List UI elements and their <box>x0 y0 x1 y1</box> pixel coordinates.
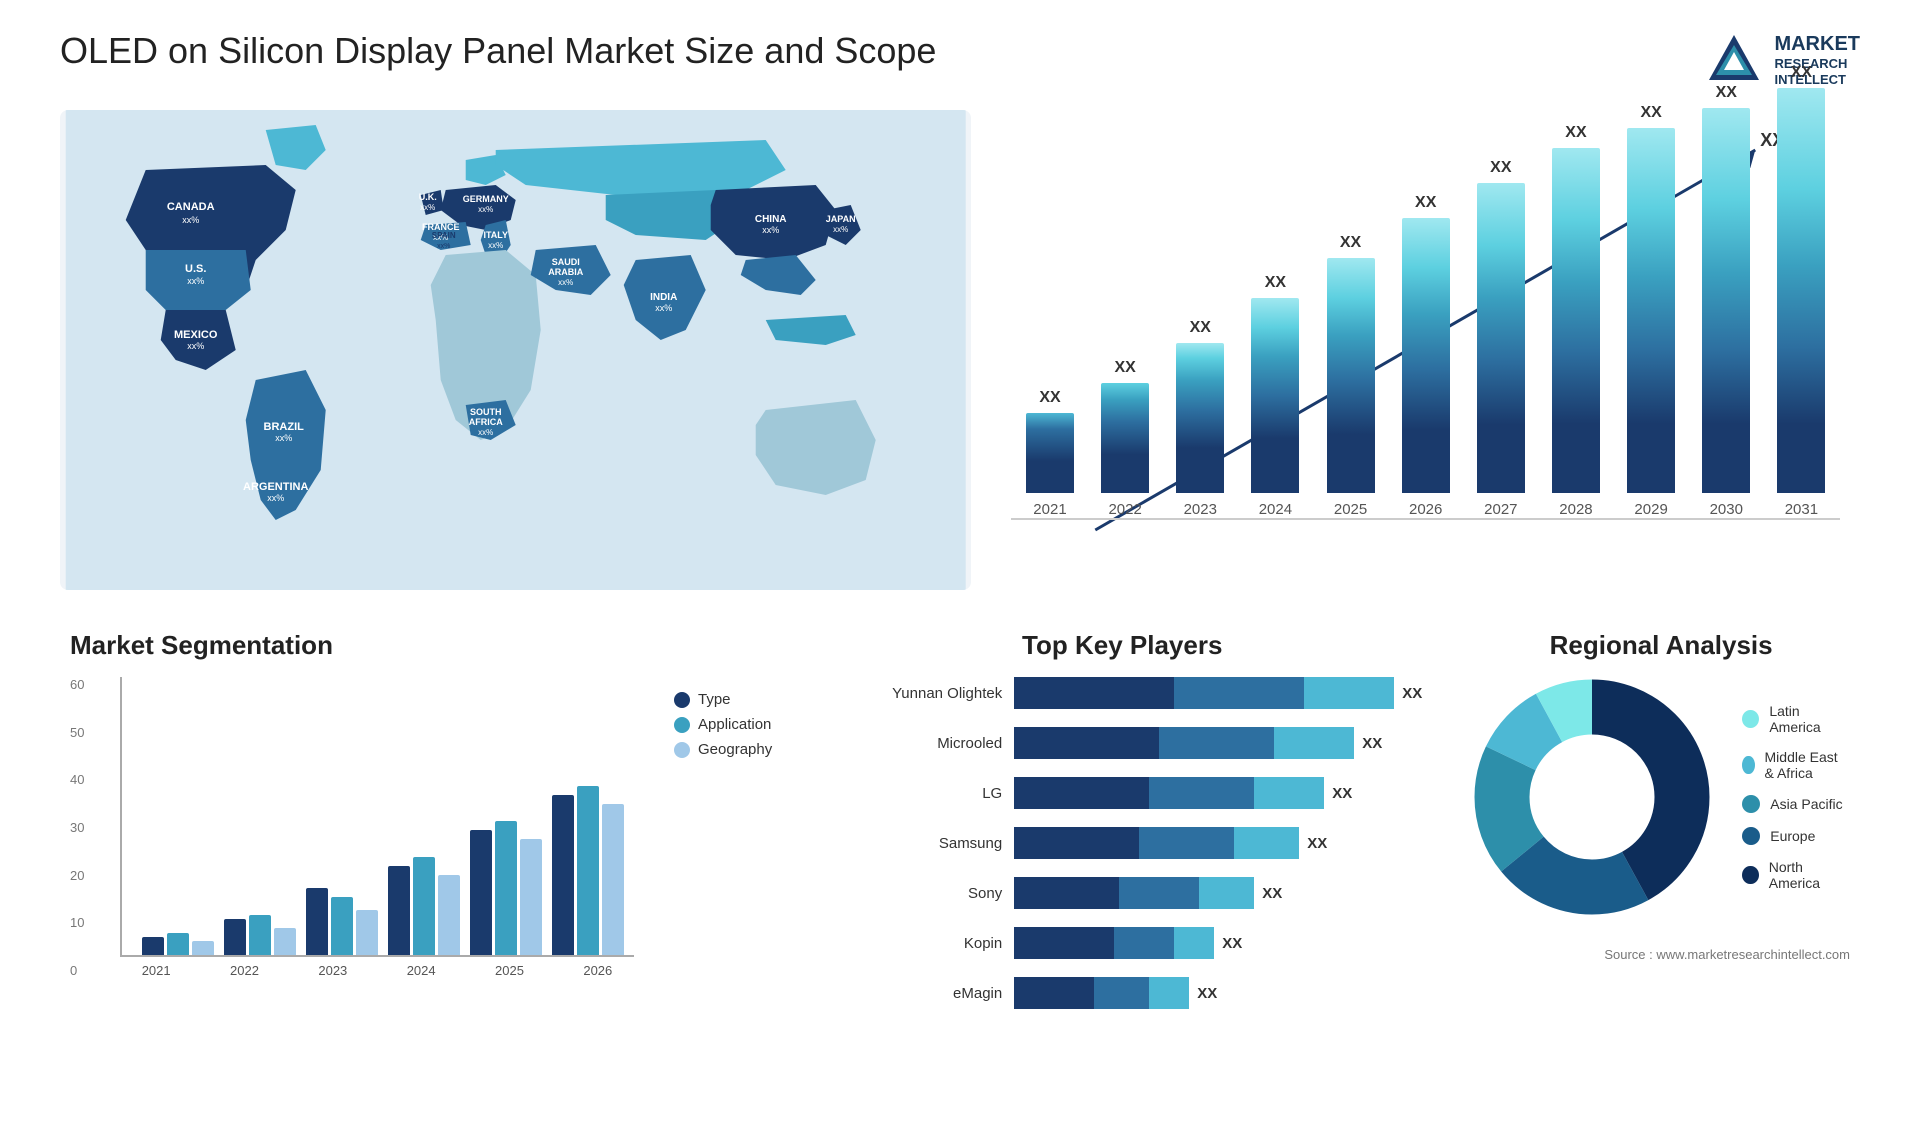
bar-group-2021: XX 2021 <box>1021 389 1078 518</box>
source-text: Source : www.marketresearchintellect.com <box>1472 947 1850 962</box>
seg-chart-area <box>120 677 634 957</box>
svg-text:xx%: xx% <box>655 303 672 313</box>
player-row-microoled: Microoled XX <box>822 727 1422 759</box>
segmentation-title: Market Segmentation <box>70 630 772 661</box>
bottom-section: Market Segmentation 60 50 40 30 20 10 0 <box>60 620 1860 1040</box>
regional-section: Regional Analysis <box>1462 620 1860 1040</box>
reg-legend-europe: Europe <box>1742 827 1850 845</box>
map-label-argentina: ARGENTINA <box>243 481 308 493</box>
svg-text:xx%: xx% <box>187 341 204 351</box>
segmentation-section: Market Segmentation 60 50 40 30 20 10 0 <box>60 620 782 1040</box>
seg-x-labels: 2021 2022 2023 2024 2025 2026 <box>120 963 634 978</box>
map-label-south-africa: SOUTH <box>470 407 502 417</box>
legend-item-geography: Geography <box>674 741 772 758</box>
seg-bar-group-2026 <box>552 786 624 955</box>
seg-bar-group-2022 <box>224 915 296 955</box>
map-label-india: INDIA <box>650 292 677 303</box>
bar-group-2022: XX 2022 <box>1097 359 1154 518</box>
map-container: CANADA xx% U.S. xx% MEXICO xx% BRAZIL xx… <box>60 110 971 590</box>
page-container: OLED on Silicon Display Panel Market Siz… <box>0 0 1920 1146</box>
seg-bar-group-2023 <box>306 888 378 955</box>
map-label-saudi: SAUDI <box>552 257 580 267</box>
bar-group-2027: XX 2027 <box>1472 159 1529 518</box>
map-label-italy: ITALY <box>483 230 508 240</box>
seg-bar-group-2021 <box>142 933 214 955</box>
bar-group-2028: XX 2028 <box>1547 124 1604 518</box>
map-label-japan: JAPAN <box>826 214 856 224</box>
bar-group-2024: XX 2024 <box>1247 274 1304 518</box>
map-label-us: U.S. <box>185 263 206 275</box>
bar-group-2030: XX 2030 <box>1698 84 1755 518</box>
bar-chart-area: XX 2021 XX 2022 XX 2023 <box>1011 130 1840 520</box>
player-row-samsung: Samsung XX <box>822 827 1422 859</box>
map-label-brazil: BRAZIL <box>264 421 305 433</box>
header: OLED on Silicon Display Panel Market Siz… <box>60 30 1860 90</box>
svg-text:xx%: xx% <box>187 276 204 286</box>
donut-chart <box>1472 677 1712 917</box>
reg-legend-north-america: North America <box>1742 859 1850 891</box>
svg-text:AFRICA: AFRICA <box>469 417 503 427</box>
map-label-germany: GERMANY <box>463 194 509 204</box>
svg-text:xx%: xx% <box>437 243 450 250</box>
top-section: CANADA xx% U.S. xx% MEXICO xx% BRAZIL xx… <box>60 110 1860 590</box>
regional-title: Regional Analysis <box>1472 630 1850 661</box>
seg-bar-group-2025 <box>470 821 542 955</box>
player-row-lg: LG XX <box>822 777 1422 809</box>
bar-group-2029: XX 2029 <box>1623 104 1680 518</box>
seg-legend: Type Application Geography <box>674 691 772 978</box>
player-row-emagin: eMagin XX <box>822 977 1422 1009</box>
bar-group-2031: XX 2031 <box>1773 64 1830 518</box>
player-row-sony: Sony XX <box>822 877 1422 909</box>
reg-legend-asia-pacific: Asia Pacific <box>1742 795 1850 813</box>
map-label-mexico: MEXICO <box>174 329 218 341</box>
regional-legend: Latin America Middle East & Africa Asia … <box>1742 703 1850 891</box>
map-label-uk: U.K. <box>419 192 437 202</box>
svg-text:xx%: xx% <box>267 493 284 503</box>
donut-and-legend: Latin America Middle East & Africa Asia … <box>1472 677 1850 917</box>
svg-text:xx%: xx% <box>182 215 199 225</box>
player-row-kopin: Kopin XX <box>822 927 1422 959</box>
svg-text:xx%: xx% <box>762 225 779 235</box>
legend-item-application: Application <box>674 716 772 733</box>
svg-text:ARABIA: ARABIA <box>548 267 583 277</box>
world-map: CANADA xx% U.S. xx% MEXICO xx% BRAZIL xx… <box>60 110 971 590</box>
svg-text:xx%: xx% <box>420 203 435 212</box>
bar-group-2025: XX 2025 <box>1322 234 1379 518</box>
svg-text:xx%: xx% <box>275 433 292 443</box>
svg-text:xx%: xx% <box>833 225 848 234</box>
bar-chart-container: XX XX 2021 XX 2022 XX <box>991 110 1860 590</box>
legend-item-type: Type <box>674 691 772 708</box>
svg-text:SPAIN: SPAIN <box>432 231 456 240</box>
reg-legend-middle-east: Middle East & Africa <box>1742 749 1850 781</box>
seg-bar-group-2024 <box>388 857 460 955</box>
bar-group-2023: XX 2023 <box>1172 319 1229 518</box>
players-title: Top Key Players <box>822 630 1422 661</box>
players-section: Top Key Players Yunnan Olightek XX Micro… <box>812 620 1432 1040</box>
map-label-china: CHINA <box>755 214 787 225</box>
reg-legend-latin-america: Latin America <box>1742 703 1850 735</box>
svg-text:xx%: xx% <box>478 428 493 437</box>
map-label-canada: CANADA <box>167 201 215 213</box>
svg-text:xx%: xx% <box>488 241 503 250</box>
page-title: OLED on Silicon Display Panel Market Siz… <box>60 30 936 72</box>
svg-text:xx%: xx% <box>558 278 573 287</box>
player-row-yunnan: Yunnan Olightek XX <box>822 677 1422 709</box>
svg-text:xx%: xx% <box>478 205 493 214</box>
logo-icon <box>1704 30 1764 90</box>
bar-group-2026: XX 2026 <box>1397 194 1454 518</box>
